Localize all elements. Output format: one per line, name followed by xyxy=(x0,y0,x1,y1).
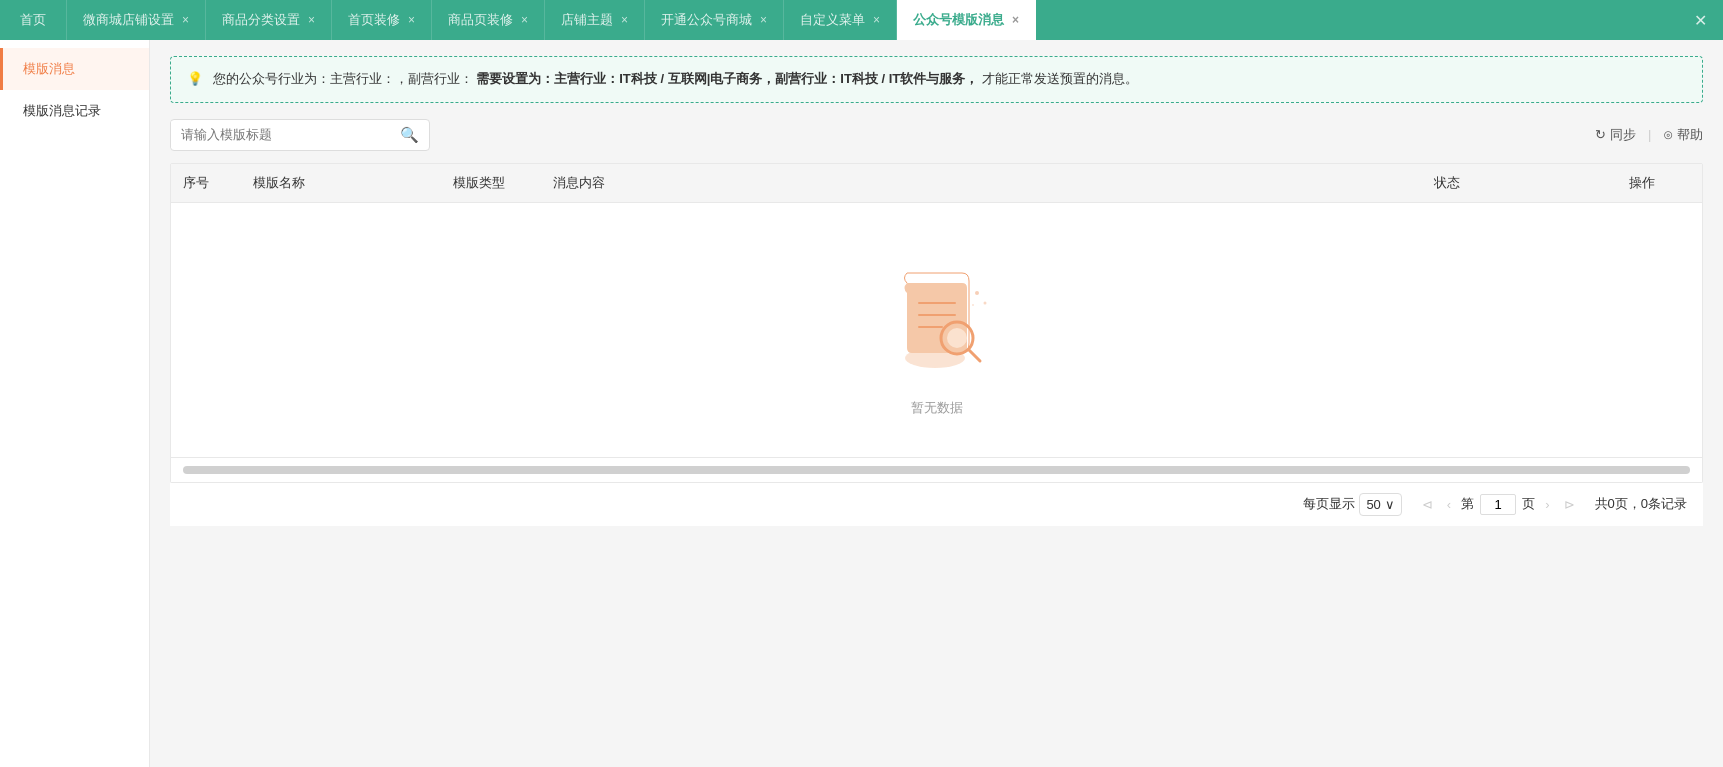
next-page-button[interactable]: › xyxy=(1541,495,1553,514)
tab-close-template-msg[interactable]: × xyxy=(1012,13,1019,27)
page-suffix-label: 页 xyxy=(1522,495,1535,513)
search-input[interactable] xyxy=(171,121,390,148)
page-size-wrap: 每页显示 50 ∨ xyxy=(1303,493,1401,516)
svg-point-8 xyxy=(983,301,986,304)
sidebar: 模版消息模版消息记录 xyxy=(0,40,150,767)
page-size-value: 50 xyxy=(1366,497,1380,512)
empty-state: 暂无数据 xyxy=(171,203,1702,457)
th-name: 模版名称 xyxy=(241,164,441,202)
data-table: 序号模版名称模版类型消息内容状态操作 xyxy=(170,163,1703,483)
tab-close-home-decor[interactable]: × xyxy=(408,13,415,27)
tab-bar: 首页微商城店铺设置 ×商品分类设置 ×首页装修 ×商品页装修 ×店铺主题 ×开通… xyxy=(0,0,1723,40)
notice-box: 💡 您的公众号行业为：主营行业：，副营行业： 需要设置为：主营行业：IT科技 /… xyxy=(170,56,1703,103)
search-icon[interactable]: 🔍 xyxy=(390,120,429,150)
th-status: 状态 xyxy=(1422,164,1582,202)
page-size-label: 每页显示 xyxy=(1303,495,1355,513)
page-total: 共0页，0条记录 xyxy=(1595,495,1687,513)
chevron-down-icon: ∨ xyxy=(1385,497,1395,512)
table-header: 序号模版名称模版类型消息内容状态操作 xyxy=(171,164,1702,203)
svg-point-9 xyxy=(972,304,974,306)
search-bar: 🔍 ↻ 同步 | ⊙ 帮助 xyxy=(170,119,1703,151)
tab-close-shop-theme[interactable]: × xyxy=(621,13,628,27)
last-page-button[interactable]: ⊳ xyxy=(1560,495,1579,514)
prev-page-button[interactable]: ‹ xyxy=(1443,495,1455,514)
sync-button[interactable]: ↻ 同步 xyxy=(1595,126,1636,144)
tab-close-custom-menu[interactable]: × xyxy=(873,13,880,27)
sync-label: 同步 xyxy=(1610,127,1636,142)
tab-close-open-mall[interactable]: × xyxy=(760,13,767,27)
tab-micro-shop[interactable]: 微商城店铺设置 × xyxy=(67,0,206,40)
first-page-button[interactable]: ⊲ xyxy=(1418,495,1437,514)
tab-home-decor[interactable]: 首页装修 × xyxy=(332,0,432,40)
help-icon: ⊙ xyxy=(1663,127,1673,142)
sidebar-item-template-record[interactable]: 模版消息记录 xyxy=(0,90,149,132)
help-button[interactable]: ⊙ 帮助 xyxy=(1663,126,1703,144)
tab-close-category[interactable]: × xyxy=(308,13,315,27)
sync-icon: ↻ xyxy=(1595,127,1606,142)
tab-shop-theme[interactable]: 店铺主题 × xyxy=(545,0,645,40)
notice-prefix: 您的公众号行业为：主营行业：，副营行业： xyxy=(213,71,473,86)
tab-template-msg[interactable]: 公众号模版消息 × xyxy=(897,0,1036,40)
page-prefix-label: 第 xyxy=(1461,495,1474,513)
pagination: 每页显示 50 ∨ ⊲ ‹ 第 页 › ⊳ 共0页，0条记录 xyxy=(170,483,1703,526)
page-number-input[interactable] xyxy=(1480,494,1516,515)
svg-point-5 xyxy=(947,328,967,348)
content-area: 💡 您的公众号行业为：主营行业：，副营行业： 需要设置为：主营行业：IT科技 /… xyxy=(150,40,1723,767)
tab-home[interactable]: 首页 xyxy=(0,0,67,40)
page-size-select[interactable]: 50 ∨ xyxy=(1359,493,1401,516)
tab-product-decor[interactable]: 商品页装修 × xyxy=(432,0,545,40)
th-type: 模版类型 xyxy=(441,164,541,202)
scrollbar-area xyxy=(171,457,1702,482)
tab-close-micro-shop[interactable]: × xyxy=(182,13,189,27)
notice-suffix: 才能正常发送预置的消息。 xyxy=(982,71,1138,86)
notice-highlight: 需要设置为：主营行业：IT科技 / 互联网|电子商务，副营行业：IT科技 / I… xyxy=(476,71,978,86)
search-input-wrap: 🔍 xyxy=(170,119,430,151)
search-actions: ↻ 同步 | ⊙ 帮助 xyxy=(1595,126,1703,144)
sidebar-item-template[interactable]: 模版消息 xyxy=(0,48,149,90)
notice-icon: 💡 xyxy=(187,71,203,86)
empty-text: 暂无数据 xyxy=(911,399,963,417)
tab-custom-menu[interactable]: 自定义菜单 × xyxy=(784,0,897,40)
horizontal-scrollbar[interactable] xyxy=(183,466,1690,474)
empty-icon xyxy=(877,263,997,383)
help-label: 帮助 xyxy=(1677,127,1703,142)
th-action: 操作 xyxy=(1582,164,1702,202)
divider: | xyxy=(1648,127,1651,142)
main-layout: 模版消息模版消息记录 💡 您的公众号行业为：主营行业：，副营行业： 需要设置为：… xyxy=(0,40,1723,767)
page-nav: ⊲ ‹ 第 页 › ⊳ xyxy=(1418,494,1579,515)
tab-open-mall[interactable]: 开通公众号商城 × xyxy=(645,0,784,40)
svg-point-7 xyxy=(975,291,979,295)
tab-category[interactable]: 商品分类设置 × xyxy=(206,0,332,40)
tab-close-product-decor[interactable]: × xyxy=(521,13,528,27)
close-all-button[interactable]: ✕ xyxy=(1678,11,1723,30)
th-content: 消息内容 xyxy=(541,164,1422,202)
svg-line-6 xyxy=(969,350,980,361)
th-seq: 序号 xyxy=(171,164,241,202)
